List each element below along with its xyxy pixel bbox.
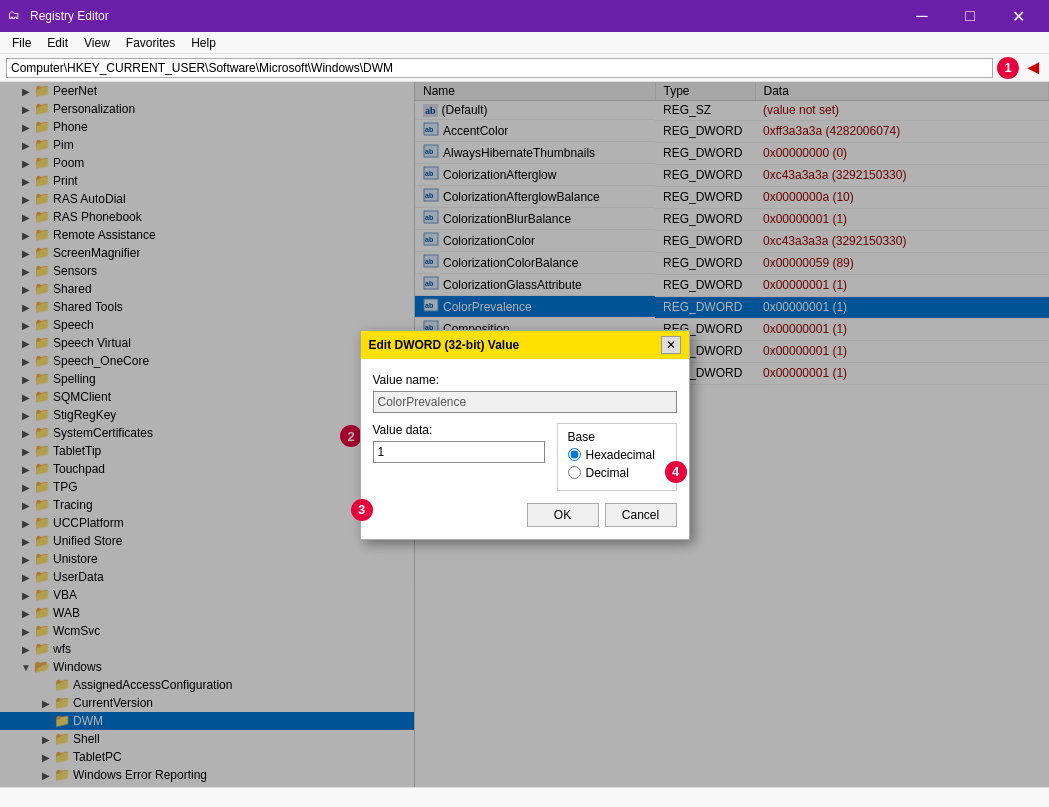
modal-row: Value data: Base Hexadecimal Decimal [373,423,677,491]
minimize-button[interactable]: ─ [899,0,945,32]
decimal-label: Decimal [586,466,629,480]
modal-close-button[interactable]: ✕ [661,336,681,354]
annotation-badge-3: 3 [351,499,373,521]
value-name-input [373,391,677,413]
value-name-label: Value name: [373,373,677,387]
main-area: ▶ 📁 PeerNet ▶ 📁 Personalization ▶ 📁 Phon… [0,82,1049,787]
maximize-button[interactable]: □ [947,0,993,32]
menu-view[interactable]: View [76,34,118,52]
modal-buttons: OK Cancel [373,503,677,527]
menu-help[interactable]: Help [183,34,224,52]
menu-file[interactable]: File [4,34,39,52]
cancel-button[interactable]: Cancel [605,503,677,527]
edit-dword-modal: Edit DWORD (32-bit) Value ✕ Value name: … [360,330,690,540]
value-data-label: Value data: [373,423,545,437]
modal-overlay: Edit DWORD (32-bit) Value ✕ Value name: … [0,82,1049,787]
address-arrow: ◄ [1023,56,1043,79]
base-label: Base [568,430,666,444]
menu-edit[interactable]: Edit [39,34,76,52]
value-data-section: Value data: [373,423,545,463]
address-input[interactable] [6,58,993,78]
menu-favorites[interactable]: Favorites [118,34,183,52]
base-section: Base Hexadecimal Decimal [557,423,677,491]
window-controls: ─ □ ✕ [899,0,1041,32]
title-bar: 🗂 Registry Editor ─ □ ✕ [0,0,1049,32]
close-button[interactable]: ✕ [995,0,1041,32]
app-icon: 🗂 [8,8,24,24]
decimal-radio-row[interactable]: Decimal [568,466,666,480]
annotation-badge-1: 1 [997,57,1019,79]
menu-bar: File Edit View Favorites Help [0,32,1049,54]
address-bar: 1 ◄ [0,54,1049,82]
hexadecimal-radio[interactable] [568,448,581,461]
annotation-badge-4: 4 [665,461,687,483]
modal-title: Edit DWORD (32-bit) Value [369,338,520,352]
value-data-input[interactable] [373,441,545,463]
hexadecimal-radio-row[interactable]: Hexadecimal [568,448,666,462]
modal-body: Value name: Value data: Base Hexadecimal [361,359,689,539]
status-bar [0,787,1049,807]
hexadecimal-label: Hexadecimal [586,448,655,462]
ok-button[interactable]: OK [527,503,599,527]
decimal-radio[interactable] [568,466,581,479]
modal-titlebar: Edit DWORD (32-bit) Value ✕ [361,331,689,359]
app-title: Registry Editor [30,9,899,23]
